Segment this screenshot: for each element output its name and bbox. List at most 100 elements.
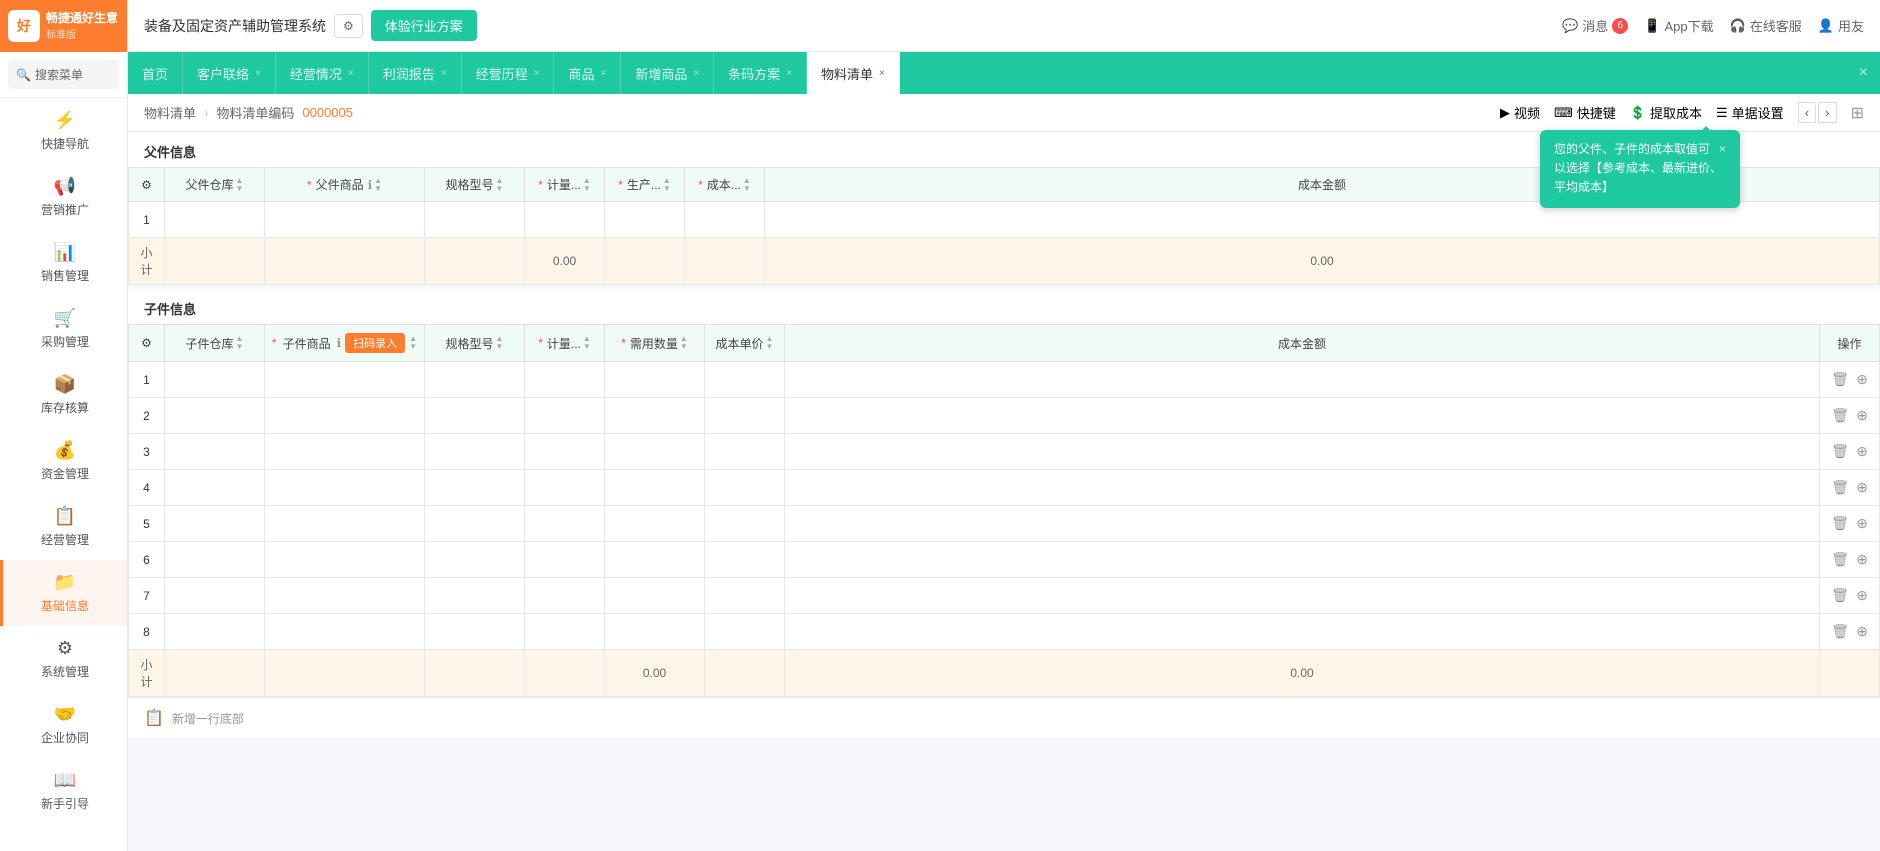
child-row-warehouse-2[interactable] [165,434,265,470]
tab-profit-report[interactable]: 利润报告 × [369,52,462,94]
child-row-unit-cost-3[interactable] [705,470,785,506]
child-row-qty-3[interactable] [605,470,705,506]
th-child-unit-cost[interactable]: 成本单价 ▲▼ [705,325,785,362]
trial-button[interactable]: 体验行业方案 [371,10,477,41]
user-button[interactable]: 👤 用友 [1818,16,1864,35]
toolbar-shortcut[interactable]: ⌨ 快捷键 [1554,103,1616,122]
th-parent-cost[interactable]: * 成本... ▲▼ [685,168,765,202]
search-menu-button[interactable]: 🔍 搜索菜单 [8,60,119,89]
th-child-qty[interactable]: * 需用数量 ▲▼ [605,325,705,362]
child-row-unit-2[interactable] [525,434,605,470]
th-child-unit[interactable]: * 计量... ▲▼ [525,325,605,362]
copy-icon[interactable]: ⊕ [1856,371,1868,387]
copy-icon[interactable]: ⊕ [1856,407,1868,423]
delete-icon[interactable]: 🗑 [1831,623,1849,639]
th-parent-production[interactable]: * 生产... ▲▼ [605,168,685,202]
parent-row-warehouse[interactable] [165,202,265,238]
child-row-unit-cost-7[interactable] [705,614,785,650]
sidebar-item-basic-info[interactable]: 📁 基础信息 [0,560,127,626]
tab-new-product-close[interactable]: × [693,68,699,79]
copy-icon[interactable]: ⊕ [1856,623,1868,639]
message-button[interactable]: 💬 消息 6 [1562,16,1628,35]
child-row-qty-2[interactable] [605,434,705,470]
online-service-button[interactable]: 🎧 在线客服 [1730,16,1802,35]
child-row-product-5[interactable] [265,542,425,578]
delete-icon[interactable]: 🗑 [1831,443,1849,459]
copy-icon[interactable]: ⊕ [1856,587,1868,603]
th-child-settings[interactable]: ⚙ [129,325,165,362]
child-row-unit-3[interactable] [525,470,605,506]
tab-customer[interactable]: 客户联络 × [183,52,276,94]
th-parent-settings[interactable]: ⚙ [129,168,165,202]
child-row-unit-cost-1[interactable] [705,398,785,434]
child-row-qty-5[interactable] [605,542,705,578]
th-parent-unit[interactable]: * 计量... ▲▼ [525,168,605,202]
th-child-product[interactable]: * 子件商品 ℹ 扫码录入 ▲▼ [265,325,425,362]
child-row-unit-cost-6[interactable] [705,578,785,614]
sidebar-item-quick-nav[interactable]: ⚡ 快捷导航 [0,98,127,164]
nav-next[interactable]: › [1818,102,1836,123]
sidebar-item-sales[interactable]: 📊 销售管理 [0,230,127,296]
child-row-unit-0[interactable] [525,362,605,398]
delete-icon[interactable]: 🗑 [1831,479,1849,495]
parent-row-production[interactable] [605,202,685,238]
child-row-unit-1[interactable] [525,398,605,434]
copy-icon[interactable]: ⊕ [1856,551,1868,567]
delete-icon[interactable]: 🗑 [1831,407,1849,423]
tab-bom[interactable]: 物料清单 × [807,52,900,94]
th-parent-spec[interactable]: 规格型号 ▲▼ [425,168,525,202]
tab-business-history[interactable]: 经营历程 × [462,52,555,94]
child-row-warehouse-7[interactable] [165,614,265,650]
parent-row-unit[interactable] [525,202,605,238]
child-row-product-3[interactable] [265,470,425,506]
child-row-unit-6[interactable] [525,578,605,614]
child-row-product-7[interactable] [265,614,425,650]
child-row-warehouse-3[interactable] [165,470,265,506]
parent-row-cost[interactable] [685,202,765,238]
th-child-spec[interactable]: 规格型号 ▲▼ [425,325,525,362]
child-row-product-4[interactable] [265,506,425,542]
child-row-warehouse-6[interactable] [165,578,265,614]
tab-customer-close[interactable]: × [255,68,261,79]
tab-profit-report-close[interactable]: × [441,68,447,79]
child-row-unit-cost-5[interactable] [705,542,785,578]
add-row-icon[interactable]: 📋 [144,708,164,728]
child-row-unit-5[interactable] [525,542,605,578]
sidebar-item-enterprise[interactable]: 🤝 企业协同 [0,692,127,758]
tab-products-close[interactable]: × [600,68,606,79]
child-row-qty-6[interactable] [605,578,705,614]
settings-button[interactable]: ⚙ [334,14,363,38]
delete-icon[interactable]: 🗑 [1831,515,1849,531]
tab-business-history-close[interactable]: × [534,68,540,79]
sidebar-item-marketing[interactable]: 📢 营销推广 [0,164,127,230]
child-row-qty-4[interactable] [605,506,705,542]
sidebar-item-system[interactable]: ⚙ 系统管理 [0,626,127,692]
tab-barcode[interactable]: 条码方案 × [714,52,807,94]
toolbar-view[interactable]: ▶ 视频 [1500,103,1540,122]
scan-button[interactable]: 扫码录入 [345,333,405,353]
tab-operations-status[interactable]: 经营情况 × [276,52,369,94]
child-row-unit-4[interactable] [525,506,605,542]
delete-icon[interactable]: 🗑 [1831,587,1849,603]
th-parent-product[interactable]: * 父件商品 ℹ ▲▼ [265,168,425,202]
tab-home[interactable]: 首页 [128,52,183,94]
child-row-warehouse-0[interactable] [165,362,265,398]
delete-icon[interactable]: 🗑 [1831,371,1849,387]
child-row-unit-7[interactable] [525,614,605,650]
tooltip-close-button[interactable]: × [1719,140,1726,159]
nav-prev[interactable]: ‹ [1798,102,1816,123]
parent-row-product[interactable] [265,202,425,238]
breadcrumb-item-1[interactable]: 物料清单 [144,103,196,122]
sidebar-item-purchase[interactable]: 🛒 采购管理 [0,296,127,362]
child-row-qty-0[interactable] [605,362,705,398]
child-row-unit-cost-2[interactable] [705,434,785,470]
child-row-warehouse-1[interactable] [165,398,265,434]
th-child-warehouse[interactable]: 子件仓库 ▲▼ [165,325,265,362]
child-row-unit-cost-4[interactable] [705,506,785,542]
app-download-button[interactable]: 📱 App下载 [1644,16,1713,35]
child-row-product-6[interactable] [265,578,425,614]
sidebar-item-operations[interactable]: 📋 经营管理 [0,494,127,560]
child-row-warehouse-4[interactable] [165,506,265,542]
delete-icon[interactable]: 🗑 [1831,551,1849,567]
child-row-qty-1[interactable] [605,398,705,434]
